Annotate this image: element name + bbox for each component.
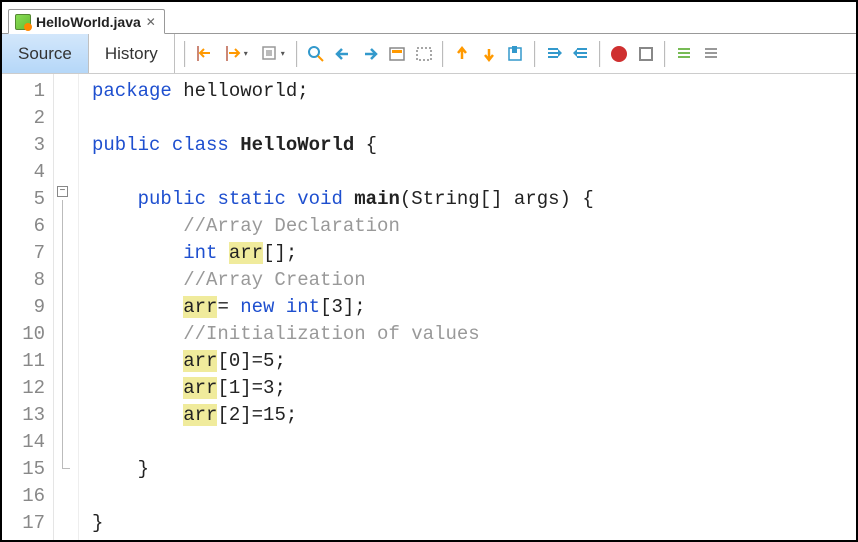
- indent-right-icon: [572, 45, 590, 63]
- line-number: 3: [2, 132, 45, 159]
- next-icon-btn[interactable]: [358, 42, 382, 66]
- code-line: public static void main(String[] args) {: [92, 186, 856, 213]
- line-number: 5: [2, 186, 45, 213]
- line-number: 6: [2, 213, 45, 240]
- comment-btn[interactable]: [672, 42, 696, 66]
- code-line: arr[0]=5;: [92, 348, 856, 375]
- line-number: 12: [2, 375, 45, 402]
- down-bookmark-icon: [480, 45, 498, 63]
- line-number: 15: [2, 456, 45, 483]
- uncomment-lines-icon: [702, 45, 720, 63]
- code-line: [92, 159, 856, 186]
- code-line: arr[1]=3;: [92, 375, 856, 402]
- fold-line: [62, 200, 63, 468]
- toggle-bookmark-btn[interactable]: [504, 42, 528, 66]
- toggle-rect-btn[interactable]: [412, 42, 436, 66]
- uncomment-btn[interactable]: [699, 42, 723, 66]
- code-line: }: [92, 510, 856, 537]
- macro-record-btn[interactable]: [607, 42, 631, 66]
- code-line: arr= new int[3];: [92, 294, 856, 321]
- code-line: public class HelloWorld {: [92, 132, 856, 159]
- line-number: 10: [2, 321, 45, 348]
- code-line: //Array Creation: [92, 267, 856, 294]
- last-edit-icon[interactable]: [192, 42, 216, 66]
- close-icon[interactable]: ✕: [146, 15, 156, 29]
- shift-right-btn[interactable]: [569, 42, 593, 66]
- toggle-highlight-btn[interactable]: [385, 42, 409, 66]
- code-line: //Initialization of values: [92, 321, 856, 348]
- select-box-icon: [261, 45, 279, 63]
- code-editor[interactable]: 1 2 3 4 5 6 7 8 9 10 11 12 13 14 15 16 1…: [2, 74, 856, 540]
- back-cursor-icon: [195, 45, 213, 63]
- line-number: 17: [2, 510, 45, 537]
- code-line: package helloworld;: [92, 78, 856, 105]
- line-number: 4: [2, 159, 45, 186]
- code-line: [92, 429, 856, 456]
- macro-stop-btn[interactable]: [634, 42, 658, 66]
- stop-icon: [639, 47, 653, 61]
- line-gutter: 1 2 3 4 5 6 7 8 9 10 11 12 13 14 15 16 1…: [2, 74, 54, 540]
- bookmark-icon: [507, 45, 525, 63]
- tab-bar: HelloWorld.java ✕: [2, 2, 856, 34]
- line-number: 8: [2, 267, 45, 294]
- selection-dd[interactable]: ▾: [256, 42, 290, 66]
- shift-left-btn[interactable]: [542, 42, 566, 66]
- line-number: 13: [2, 402, 45, 429]
- tab-history[interactable]: History: [89, 34, 175, 73]
- indent-left-icon: [545, 45, 563, 63]
- left-arrow-icon: [334, 45, 352, 63]
- fold-toggle[interactable]: −: [57, 186, 68, 197]
- line-number: 9: [2, 294, 45, 321]
- line-number: 16: [2, 483, 45, 510]
- prev-icon-btn[interactable]: [331, 42, 355, 66]
- code-line: }: [92, 456, 856, 483]
- fold-end: [62, 468, 70, 469]
- code-line: [92, 105, 856, 132]
- tab-title: HelloWorld.java: [36, 14, 141, 30]
- magnifier-icon: [307, 45, 325, 63]
- line-number: 14: [2, 429, 45, 456]
- dashed-rect-icon: [415, 45, 433, 63]
- next-bookmark-btn[interactable]: [477, 42, 501, 66]
- find-icon-btn[interactable]: [304, 42, 328, 66]
- record-icon: [611, 46, 627, 62]
- comment-lines-icon: [675, 45, 693, 63]
- right-arrow-icon: [361, 45, 379, 63]
- fold-gutter: −: [54, 74, 74, 540]
- line-number: 2: [2, 105, 45, 132]
- file-tab[interactable]: HelloWorld.java ✕: [8, 9, 165, 34]
- code-line: [92, 483, 856, 510]
- forward-dd[interactable]: ▾: [219, 42, 253, 66]
- forward-arrow-icon: [224, 45, 242, 63]
- code-area[interactable]: package helloworld; public class HelloWo…: [74, 74, 856, 540]
- toolbar: ▾ ▾: [175, 41, 856, 67]
- code-line: //Array Declaration: [92, 213, 856, 240]
- prev-bookmark-btn[interactable]: [450, 42, 474, 66]
- line-number: 11: [2, 348, 45, 375]
- up-bookmark-icon: [453, 45, 471, 63]
- view-bar: Source History ▾ ▾: [2, 34, 856, 74]
- tab-source[interactable]: Source: [2, 34, 89, 73]
- code-line: arr[2]=15;: [92, 402, 856, 429]
- code-line: int arr[];: [92, 240, 856, 267]
- line-number: 7: [2, 240, 45, 267]
- highlight-box-icon: [388, 45, 406, 63]
- java-file-icon: [15, 14, 31, 30]
- line-number: 1: [2, 78, 45, 105]
